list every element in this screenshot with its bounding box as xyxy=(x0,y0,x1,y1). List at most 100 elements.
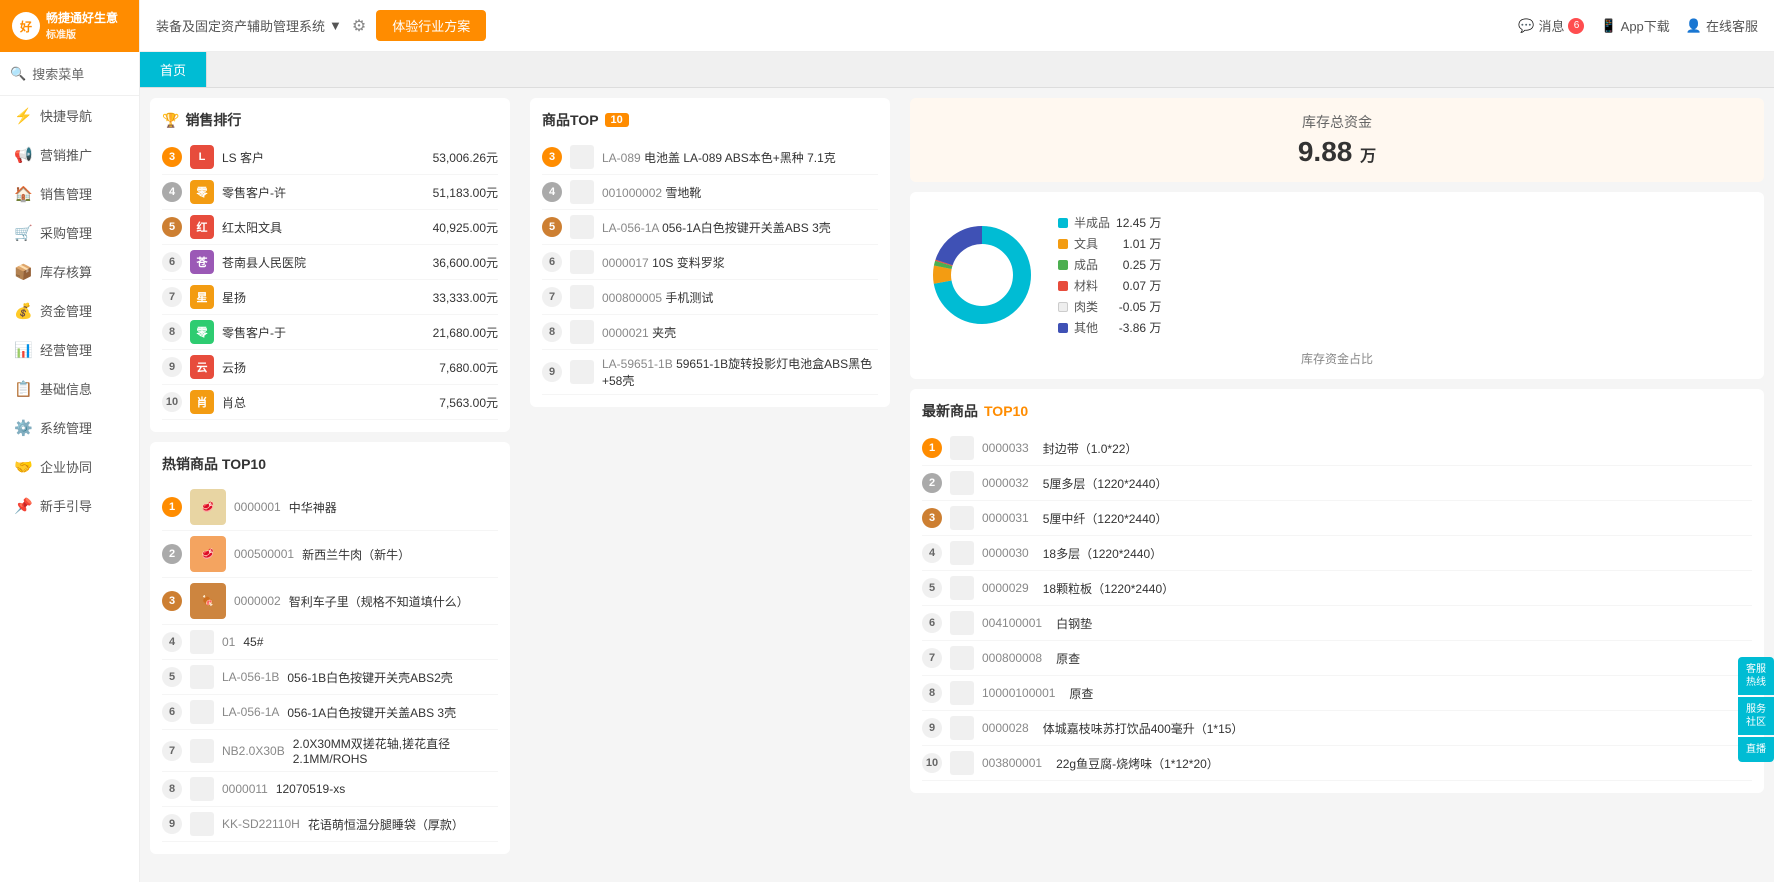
tp-rank-5: 7 xyxy=(542,287,562,307)
tp-img-6 xyxy=(570,320,594,344)
np-rank-2: 2 xyxy=(922,473,942,493)
np-rank-4: 4 xyxy=(922,543,942,563)
np-name-7: 原查 xyxy=(1056,650,1080,667)
inventory-card: 库存总资金 9.88 万 xyxy=(910,98,1764,182)
nav-label-qiye: 企业协同 xyxy=(40,457,92,476)
np-img-2 xyxy=(950,471,974,495)
message-btn[interactable]: 💬 消息 6 xyxy=(1518,16,1584,35)
tp-img-2 xyxy=(570,180,594,204)
hp-rank-2: 2 xyxy=(162,544,182,564)
rank-avatar-4: 苍 xyxy=(190,250,214,274)
tp-item-7: 9 LA-59651-1B 59651-1B旋转投影灯电池盒ABS黑色+58壳 xyxy=(542,350,878,395)
top-products-label: 商品TOP xyxy=(542,110,599,130)
np-rank-6: 6 xyxy=(922,613,942,633)
inventory-chart-card: 半成品 12.45 万 文具 1.01 万 成品 0.25 万 xyxy=(910,192,1764,379)
float-live-btn[interactable]: 直播 xyxy=(1738,737,1774,762)
left-panel: 🏆 销售排行 3 L LS 客户 53,006.26元 4 零 零售客户-许 5… xyxy=(140,88,520,882)
message-label: 消息 xyxy=(1538,16,1564,35)
chart-legend: 半成品 12.45 万 文具 1.01 万 成品 0.25 万 xyxy=(1058,214,1161,336)
rank-item-7: 9 云 云扬 7,680.00元 xyxy=(162,350,498,385)
hp-name-1: 中华神器 xyxy=(289,499,337,516)
legend-dot-cailiao xyxy=(1058,281,1068,291)
hot-product-5: 5 LA-056-1B 056-1B白色按键开关壳ABS2壳 xyxy=(162,660,498,695)
search-menu-btn[interactable]: 🔍 搜索菜单 xyxy=(10,60,129,87)
legend-dot-other xyxy=(1058,323,1068,333)
logo-icon: 好 xyxy=(12,12,40,40)
inventory-footer: 库存资金占比 xyxy=(922,350,1752,367)
tp-name-2: 雪地靴 xyxy=(665,186,701,200)
hp-name-9: 花语萌恒温分腿睡袋（厚款） xyxy=(308,816,464,833)
hot-products-title: 热销商品 TOP10 xyxy=(162,454,498,474)
hot-product-4: 4 01 45# xyxy=(162,625,498,660)
service-icon: 👤 xyxy=(1686,18,1702,34)
nav-icon-caigou: 🛒 xyxy=(14,224,32,242)
nav-item-xitong[interactable]: ⚙️ 系统管理 xyxy=(0,408,139,447)
hot-product-9: 9 KK-SD22110H 花语萌恒温分腿睡袋（厚款） xyxy=(162,807,498,842)
hp-code-7: NB2.0X30B xyxy=(222,744,285,758)
rank-avatar-1: L xyxy=(190,145,214,169)
np-item-1: 1 0000033 封边带（1.0*22） xyxy=(922,431,1752,466)
np-item-9: 9 0000028 体城嘉枝味苏打饮品400毫升（1*15） xyxy=(922,711,1752,746)
float-hotline-btn[interactable]: 客服热线 xyxy=(1738,657,1774,695)
settings-icon[interactable]: ⚙ xyxy=(352,16,366,36)
np-img-10 xyxy=(950,751,974,775)
nav-item-jingying[interactable]: 📊 经营管理 xyxy=(0,330,139,369)
system-name-dropdown[interactable]: 装备及固定资产辅助管理系统 ▼ xyxy=(156,16,342,35)
hp-img-1: 🥩 xyxy=(190,489,226,525)
nav-item-kucun[interactable]: 📦 库存核算 xyxy=(0,252,139,291)
np-code-8: 10000100001 xyxy=(982,686,1055,700)
nav-item-xiaoshou[interactable]: 🏠 销售管理 xyxy=(0,174,139,213)
rank-value-1: 53,006.26元 xyxy=(433,149,498,166)
new-products-title: 最新商品 TOP10 xyxy=(922,401,1752,421)
rank-item-4: 6 苍 苍南县人民医院 36,600.00元 xyxy=(162,245,498,280)
tp-name-1: 电池盖 LA-089 ABS本色+黑种 7.1克 xyxy=(644,151,836,165)
nav-icon-yingxiao: 📢 xyxy=(14,146,32,164)
inventory-value: 9.88 xyxy=(1298,136,1353,167)
rank-name-1: LS 客户 xyxy=(222,149,425,166)
tab-home-label: 首页 xyxy=(160,63,186,78)
trial-btn[interactable]: 体验行业方案 xyxy=(376,10,486,41)
tp-code-2: 001000002 xyxy=(602,186,662,200)
np-item-5: 5 0000029 18颗粒板（1220*2440） xyxy=(922,571,1752,606)
tp-code-4: 0000017 xyxy=(602,256,649,270)
tab-home[interactable]: 首页 xyxy=(140,52,207,87)
legend-roulei: 肉类 -0.05 万 xyxy=(1058,298,1161,315)
message-icon: 💬 xyxy=(1518,18,1534,34)
nav-item-xinshou[interactable]: 📌 新手引导 xyxy=(0,486,139,525)
np-item-10: 10 003800001 22g鱼豆腐-烧烤味（1*12*20） xyxy=(922,746,1752,781)
hp-name-2: 新西兰牛肉（新牛） xyxy=(302,546,410,563)
nav-icon-xitong: ⚙️ xyxy=(14,419,32,437)
nav-item-yingxiao[interactable]: 📢 营销推广 xyxy=(0,135,139,174)
logo-text: 畅捷通好生意 xyxy=(46,11,118,27)
customer-rank-list: 3 L LS 客户 53,006.26元 4 零 零售客户-许 51,183.0… xyxy=(162,140,498,420)
tp-item-5: 7 000800005 手机测试 xyxy=(542,280,878,315)
inventory-title: 库存总资金 xyxy=(924,112,1750,132)
nav-item-zijin[interactable]: 💰 资金管理 xyxy=(0,291,139,330)
np-rank-1: 1 xyxy=(922,438,942,458)
tp-img-7 xyxy=(570,360,594,384)
service-label: 在线客服 xyxy=(1706,16,1758,35)
nav-label-xiaoshou: 销售管理 xyxy=(40,184,92,203)
tp-name-4: 10S 变料罗浆 xyxy=(652,256,725,270)
sidebar-search-area[interactable]: 🔍 搜索菜单 xyxy=(0,52,139,96)
topbar: 装备及固定资产辅助管理系统 ▼ ⚙ 体验行业方案 💬 消息 6 📱 App下载 … xyxy=(140,0,1774,52)
hp-name-3: 智利车子里（规格不知道填什么） xyxy=(289,593,469,610)
np-img-9 xyxy=(950,716,974,740)
nav-item-caigou[interactable]: 🛒 采购管理 xyxy=(0,213,139,252)
nav-item-kuaijie[interactable]: ⚡ 快捷导航 xyxy=(0,96,139,135)
tp-item-3: 5 LA-056-1A 056-1A白色按键开关盖ABS 3壳 xyxy=(542,210,878,245)
rank-avatar-8: 肖 xyxy=(190,390,214,414)
top-products-title: 商品TOP 10 xyxy=(542,110,878,130)
np-name-3: 5厘中纤（1220*2440） xyxy=(1043,510,1168,527)
legend-banchenpin: 半成品 12.45 万 xyxy=(1058,214,1161,231)
nav-item-qiye[interactable]: 🤝 企业协同 xyxy=(0,447,139,486)
nav-item-jichu[interactable]: 📋 基础信息 xyxy=(0,369,139,408)
float-community-btn[interactable]: 服务社区 xyxy=(1738,697,1774,735)
online-service-btn[interactable]: 👤 在线客服 xyxy=(1686,16,1758,35)
app-download-btn[interactable]: 📱 App下载 xyxy=(1600,16,1669,35)
np-img-7 xyxy=(950,646,974,670)
nav-label-jichu: 基础信息 xyxy=(40,379,92,398)
hp-rank-8: 8 xyxy=(162,779,182,799)
tp-rank-6: 8 xyxy=(542,322,562,342)
nav-icon-xiaoshou: 🏠 xyxy=(14,185,32,203)
